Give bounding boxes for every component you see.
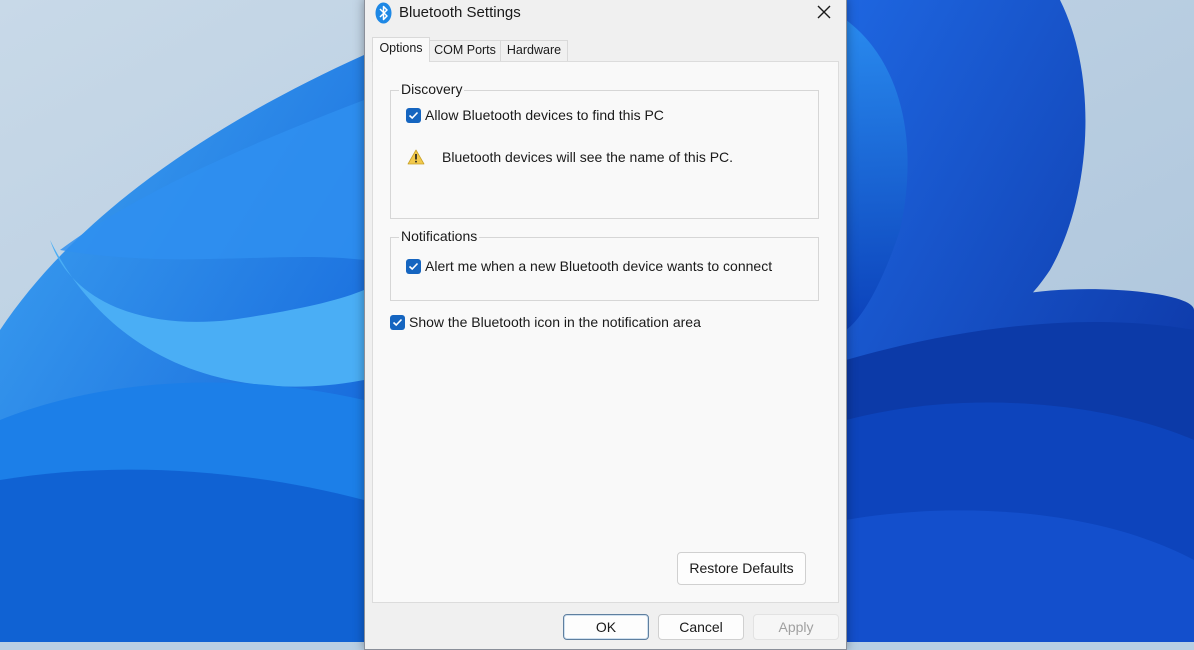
show-icon-row[interactable]: Show the Bluetooth icon in the notificat…	[390, 314, 701, 330]
ok-button[interactable]: OK	[563, 614, 649, 640]
tab-hardware[interactable]: Hardware	[500, 40, 568, 61]
title-bar[interactable]: Bluetooth Settings	[365, 0, 846, 35]
warning-text: Bluetooth devices will see the name of t…	[442, 149, 734, 165]
close-icon	[817, 5, 831, 19]
checkmark-icon	[408, 262, 419, 270]
window-title: Bluetooth Settings	[399, 4, 521, 21]
discovery-warning: Bluetooth devices will see the name of t…	[407, 149, 733, 165]
notifications-group: Notifications Alert me when a new Blueto…	[390, 228, 819, 301]
apply-button: Apply	[753, 614, 839, 640]
tab-com-ports[interactable]: COM Ports	[429, 40, 501, 61]
options-panel: Discovery Allow Bluetooth devices to fin…	[372, 61, 839, 603]
allow-find-label: Allow Bluetooth devices to find this PC	[425, 107, 664, 123]
discovery-label: Discovery	[399, 81, 465, 97]
restore-defaults-button[interactable]: Restore Defaults	[677, 552, 806, 585]
checkmark-icon	[392, 318, 403, 326]
tab-options[interactable]: Options	[372, 37, 430, 62]
bluetooth-icon	[375, 2, 392, 24]
warning-icon	[407, 149, 425, 165]
allow-find-checkbox[interactable]	[406, 107, 421, 123]
alert-connect-row[interactable]: Alert me when a new Bluetooth device wan…	[406, 258, 772, 274]
show-icon-checkbox[interactable]	[390, 314, 405, 330]
discovery-group: Discovery Allow Bluetooth devices to fin…	[390, 81, 819, 219]
alert-connect-checkbox[interactable]	[406, 258, 421, 274]
notifications-label: Notifications	[399, 228, 480, 244]
cancel-button[interactable]: Cancel	[658, 614, 744, 640]
allow-find-row[interactable]: Allow Bluetooth devices to find this PC	[406, 107, 664, 123]
show-icon-label: Show the Bluetooth icon in the notificat…	[409, 314, 701, 330]
alert-connect-label: Alert me when a new Bluetooth device wan…	[425, 258, 773, 274]
bluetooth-settings-dialog: Bluetooth Settings Options COM Ports Har…	[364, 0, 847, 650]
close-button[interactable]	[802, 0, 846, 29]
checkmark-icon	[408, 111, 419, 119]
